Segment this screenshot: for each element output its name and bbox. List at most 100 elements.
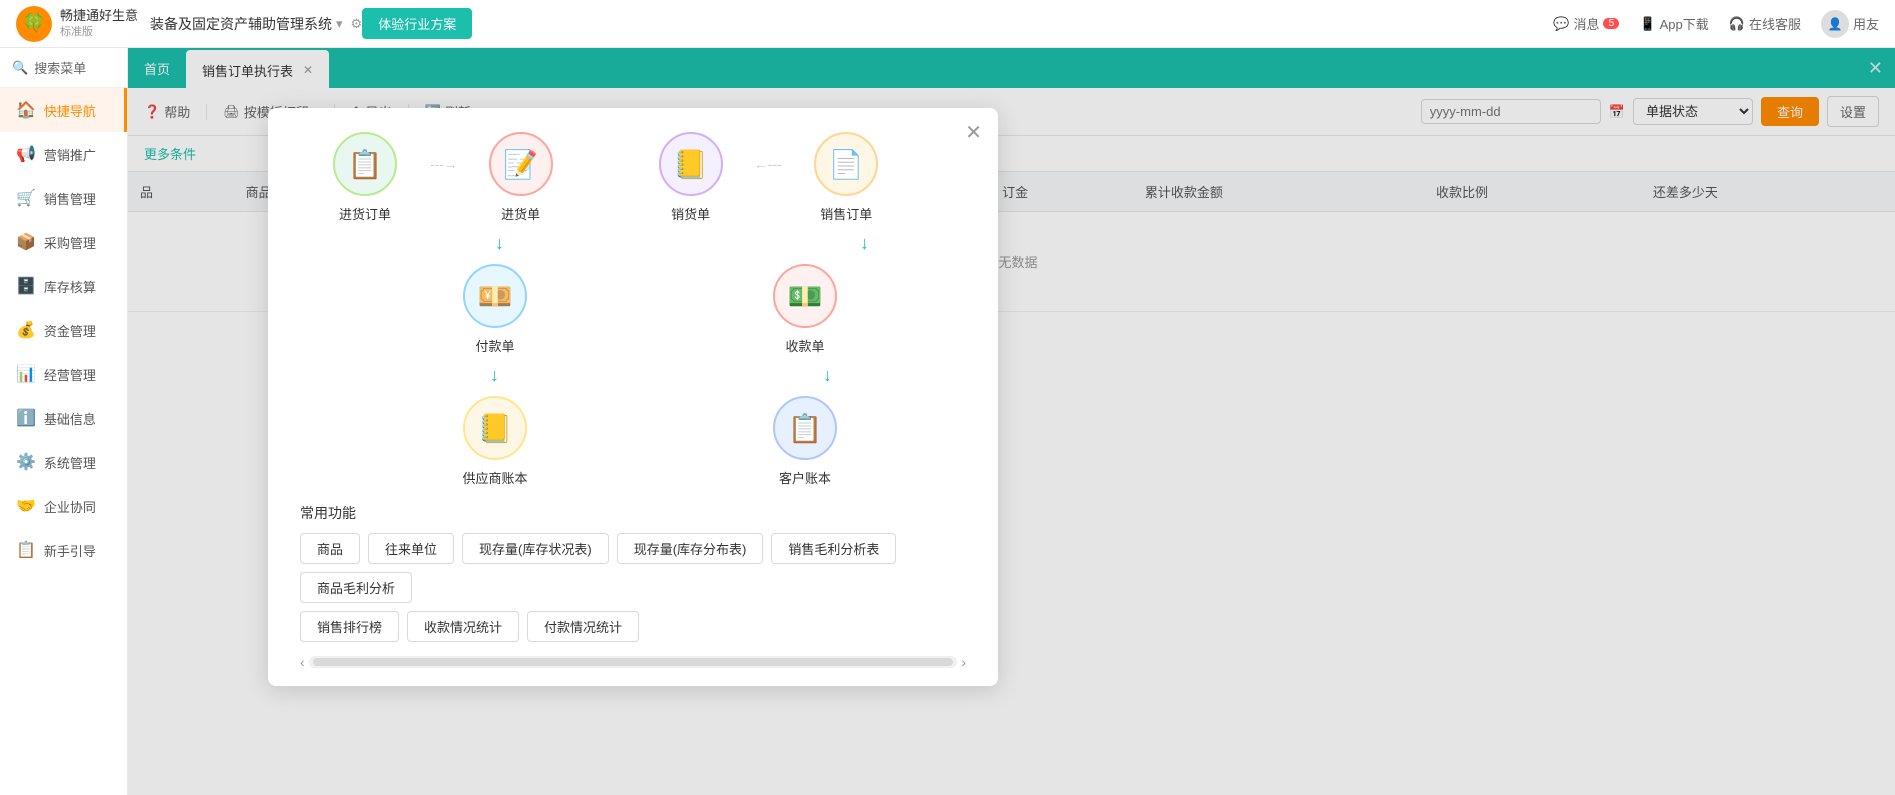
flow-arrows-row-2: ↓ ↓ bbox=[300, 363, 966, 388]
sidebar-item-purchase[interactable]: 📦 采购管理 bbox=[0, 220, 127, 264]
operation-icon: 📊 bbox=[16, 364, 36, 384]
sales-icon: 🛒 bbox=[16, 188, 36, 208]
purchase-icon: 📦 bbox=[16, 232, 36, 252]
flow-node-receipt: 💵 收款单 bbox=[740, 264, 870, 355]
top-actions: 💬 消息 5 📱 App下载 🎧 在线客服 👤 用友 bbox=[1553, 10, 1879, 38]
sidebar-item-sales[interactable]: 🛒 销售管理 bbox=[0, 176, 127, 220]
payment-circle: 💴 bbox=[463, 264, 527, 328]
modal-scrollbar[interactable] bbox=[309, 656, 958, 668]
user-menu[interactable]: 👤 用友 bbox=[1821, 10, 1879, 38]
sales-bill-circle: 📒 bbox=[659, 132, 723, 196]
receipt-label: 收款单 bbox=[785, 336, 824, 355]
flow-row-2: 💴 付款单 💵 收款单 bbox=[300, 264, 966, 355]
sales-order-label: 销售订单 bbox=[820, 204, 872, 223]
supplier-account-circle: 📒 bbox=[463, 396, 527, 460]
sidebar-item-guide[interactable]: 📋 新手引导 bbox=[0, 528, 127, 572]
sales-order-circle: 📄 bbox=[814, 132, 878, 196]
flow-modal: ✕ 📋 进货订单 - - - → 📝 进货单 bbox=[268, 108, 998, 686]
flow-node-sales-bill: 📒 销货单 bbox=[626, 132, 756, 223]
home-icon: 🏠 bbox=[16, 100, 36, 120]
common-btn-receipt-stats[interactable]: 收款情况统计 bbox=[407, 611, 519, 642]
headset-icon: 🎧 bbox=[1729, 16, 1745, 32]
arrow-down-purchase: ↓ bbox=[495, 233, 504, 254]
flow-node-payment: 💴 付款单 bbox=[430, 264, 560, 355]
common-functions-section: 常用功能 商品 往来单位 现存量(库存状况表) 现存量(库存分布表) 销售毛利分… bbox=[300, 503, 966, 642]
purchase-order-label: 进货订单 bbox=[339, 204, 391, 223]
phone-icon: 📱 bbox=[1639, 16, 1655, 32]
sidebar-item-operation[interactable]: 📊 经营管理 bbox=[0, 352, 127, 396]
common-btn-payment-stats[interactable]: 付款情况统计 bbox=[527, 611, 639, 642]
customer-account-circle: 📋 bbox=[773, 396, 837, 460]
flow-node-purchase-bill: 📝 进货单 bbox=[456, 132, 586, 223]
avatar: 👤 bbox=[1821, 10, 1849, 38]
common-btn-stock-status[interactable]: 现存量(库存状况表) bbox=[462, 533, 609, 564]
common-btn-product-profit[interactable]: 商品毛利分析 bbox=[300, 572, 412, 603]
flow-row-1: 📋 进货订单 - - - → 📝 进货单 bbox=[300, 132, 966, 223]
sidebar-item-enterprise[interactable]: 🤝 企业协同 bbox=[0, 484, 127, 528]
common-btn-product[interactable]: 商品 bbox=[300, 533, 360, 564]
dropdown-icon[interactable]: ▾ bbox=[336, 16, 343, 32]
common-btn-partner[interactable]: 往来单位 bbox=[368, 533, 454, 564]
search-icon: 🔍 bbox=[12, 60, 28, 76]
search-menu-button[interactable]: 🔍 搜索菜单 bbox=[0, 48, 127, 88]
system-name: 装备及固定资产辅助管理系统 bbox=[150, 14, 332, 34]
info-icon: ℹ️ bbox=[16, 408, 36, 428]
scroll-right-button[interactable]: › bbox=[961, 654, 966, 670]
sidebar: 🔍 搜索菜单 🏠 快捷导航 📢 营销推广 🛒 销售管理 📦 采购管理 🗄️ bbox=[0, 48, 128, 795]
sidebar-item-inventory[interactable]: 🗄️ 库存核算 bbox=[0, 264, 127, 308]
flow-node-customer-account: 📋 客户账本 bbox=[740, 396, 870, 487]
main-area: 🔍 搜索菜单 🏠 快捷导航 📢 营销推广 🛒 销售管理 📦 采购管理 🗄️ bbox=[0, 48, 1895, 795]
content-area: 首页 销售订单执行表 ✕ ✕ ❓ 帮助 🖨 按模板打 bbox=[128, 48, 1895, 795]
sidebar-item-basic-info[interactable]: ℹ️ 基础信息 bbox=[0, 396, 127, 440]
arrow-down-sales: ↓ bbox=[860, 233, 869, 254]
common-btn-stock-dist[interactable]: 现存量(库存分布表) bbox=[617, 533, 764, 564]
scrollbar-thumb[interactable] bbox=[313, 658, 953, 666]
sidebar-item-finance[interactable]: 💰 资金管理 bbox=[0, 308, 127, 352]
arrow-down-receipt: ↓ bbox=[823, 365, 832, 386]
sidebar-item-marketing[interactable]: 📢 营销推广 bbox=[0, 132, 127, 176]
inventory-icon: 🗄️ bbox=[16, 276, 36, 296]
settings-icon[interactable]: ⚙ bbox=[351, 16, 363, 32]
customer-account-label: 客户账本 bbox=[779, 468, 831, 487]
scrollbar-nav: ‹ › bbox=[300, 654, 966, 670]
flow-row-3: 📒 供应商账本 📋 客户账本 bbox=[300, 396, 966, 487]
app-container: 🍀 畅捷通好生意 标准版 装备及固定资产辅助管理系统 ▾ ⚙ 体验行业方案 💬 … bbox=[0, 0, 1895, 795]
sales-bill-label: 销货单 bbox=[671, 204, 710, 223]
guide-icon: 📋 bbox=[16, 540, 36, 560]
sidebar-item-quick-nav[interactable]: 🏠 快捷导航 bbox=[0, 88, 127, 132]
message-icon: 💬 bbox=[1553, 16, 1569, 32]
payment-label: 付款单 bbox=[475, 336, 514, 355]
sidebar-item-system[interactable]: ⚙️ 系统管理 bbox=[0, 440, 127, 484]
common-btn-sales-rank[interactable]: 销售排行榜 bbox=[300, 611, 399, 642]
app-download-button[interactable]: 📱 App下载 bbox=[1639, 14, 1708, 33]
modal-scrollbar-area: ‹ › bbox=[300, 654, 966, 670]
flow-node-supplier-account: 📒 供应商账本 bbox=[430, 396, 560, 487]
purchase-bill-label: 进货单 bbox=[501, 204, 540, 223]
scroll-left-button[interactable]: ‹ bbox=[300, 654, 305, 670]
purchase-order-circle: 📋 bbox=[333, 132, 397, 196]
arrow-sales-order-to-bill: - - - → bbox=[756, 156, 782, 200]
flow-node-purchase-order: 📋 进货订单 bbox=[300, 132, 430, 223]
try-button[interactable]: 体验行业方案 bbox=[362, 8, 472, 39]
flow-arrows-row: ↓ ↓ bbox=[300, 231, 966, 256]
finance-icon: 💰 bbox=[16, 320, 36, 340]
logo-icon: 🍀 bbox=[16, 6, 52, 42]
supplier-account-label: 供应商账本 bbox=[462, 468, 527, 487]
online-service-button[interactable]: 🎧 在线客服 bbox=[1729, 14, 1801, 33]
logo-text: 畅捷通好生意 标准版 bbox=[60, 8, 138, 39]
enterprise-icon: 🤝 bbox=[16, 496, 36, 516]
marketing-icon: 📢 bbox=[16, 144, 36, 164]
common-functions-title: 常用功能 bbox=[300, 503, 966, 523]
flow-section: 📋 进货订单 - - - → 📝 进货单 bbox=[300, 132, 966, 487]
message-button[interactable]: 💬 消息 5 bbox=[1553, 14, 1619, 33]
arrow-down-payment: ↓ bbox=[490, 365, 499, 386]
logo-area: 🍀 畅捷通好生意 标准版 bbox=[16, 6, 138, 42]
modal-close-button[interactable]: ✕ bbox=[965, 120, 982, 145]
purchase-bill-circle: 📝 bbox=[489, 132, 553, 196]
system-icon: ⚙️ bbox=[16, 452, 36, 472]
common-btn-sales-profit[interactable]: 销售毛利分析表 bbox=[771, 533, 896, 564]
receipt-circle: 💵 bbox=[773, 264, 837, 328]
common-buttons-row-1: 商品 往来单位 现存量(库存状况表) 现存量(库存分布表) 销售毛利分析表 商品… bbox=[300, 533, 966, 603]
arrow-purchase-order-to-bill: - - - → bbox=[430, 156, 456, 200]
common-buttons-row-2: 销售排行榜 收款情况统计 付款情况统计 bbox=[300, 611, 966, 642]
